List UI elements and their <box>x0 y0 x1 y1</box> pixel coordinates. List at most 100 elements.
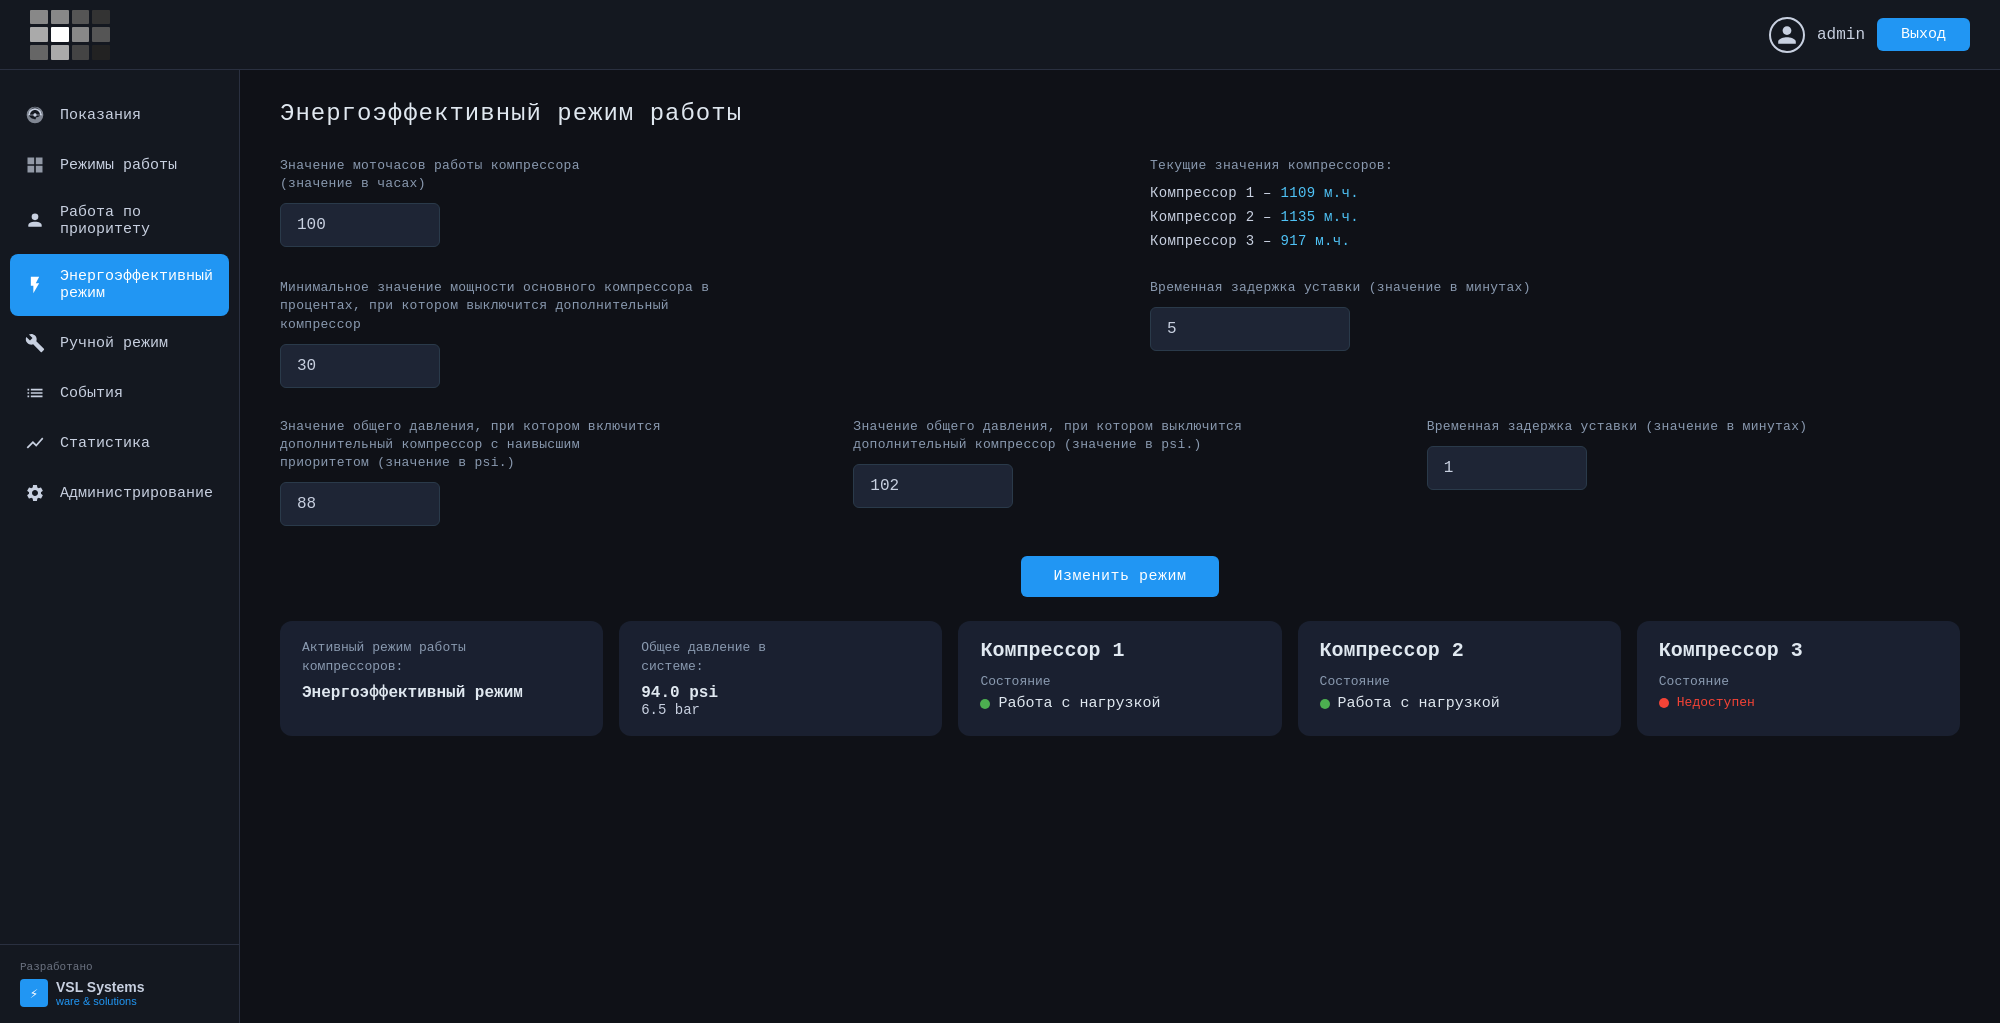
sidebar-label-rabota: Работа по приоритету <box>60 204 215 238</box>
page-title: Энергоэффективный режим работы <box>280 100 1960 127</box>
compressor3-value: 917 м.ч. <box>1281 233 1351 249</box>
pressure-bar: 6.5 bar <box>641 702 920 718</box>
compressor2-status-label: Состояние <box>1320 674 1599 689</box>
sidebar-label-pokazaniya: Показания <box>60 107 141 124</box>
compressor2-value-row: Компрессор 2 – 1135 м.ч. <box>1150 209 1960 225</box>
field6-block: Временная задержка уставки (значение в м… <box>1427 418 1960 527</box>
field3-block: Временная задержка уставки (значение в м… <box>1150 279 1960 388</box>
compressor1-status-dot <box>980 699 990 709</box>
compressor2-card: Компрессор 2 Состояние Работа с нагрузко… <box>1298 621 1621 735</box>
compressors-current-block: Текущие значения компрессоров: Компрессо… <box>1150 157 1960 249</box>
compressor2-status-value: Работа с нагрузкой <box>1320 695 1599 712</box>
field2-input[interactable] <box>280 344 440 388</box>
compressor3-status-value: Недоступен <box>1659 695 1938 710</box>
compressor1-status-value: Работа с нагрузкой <box>980 695 1259 712</box>
sidebar: Показания Режимы работы Работа по приори… <box>0 70 240 1023</box>
compressors-current-label: Текущие значения компрессоров: <box>1150 157 1960 175</box>
compressor2-status-text: Работа с нагрузкой <box>1338 695 1500 712</box>
sidebar-label-rezhimy: Режимы работы <box>60 157 177 174</box>
header: admin Выход <box>0 0 2000 70</box>
field6-label: Временная задержка уставки (значение в м… <box>1427 418 1960 436</box>
field1-block: Значение моточасов работы компрессора(зн… <box>280 157 1090 249</box>
sidebar-nav: Показания Режимы работы Работа по приори… <box>0 70 239 944</box>
compressor3-value-row: Компрессор 3 – 917 м.ч. <box>1150 233 1960 249</box>
active-mode-card: Активный режим работыкомпрессоров: Энерг… <box>280 621 603 735</box>
lightning-icon <box>24 274 46 296</box>
chart-icon <box>24 432 46 454</box>
compressor2-status-dot <box>1320 699 1330 709</box>
change-mode-wrap: Изменить режим <box>280 556 1960 597</box>
field4-input[interactable] <box>280 482 440 526</box>
sidebar-item-statistika[interactable]: Статистика <box>0 418 239 468</box>
compressor1-status-label: Состояние <box>980 674 1259 689</box>
svg-point-1 <box>33 113 36 116</box>
compressor2-title: Компрессор 2 <box>1320 639 1599 662</box>
logout-button[interactable]: Выход <box>1877 18 1970 51</box>
field5-input[interactable] <box>853 464 1013 508</box>
compressor3-status-label: Состояние <box>1659 674 1938 689</box>
sidebar-item-rabota[interactable]: Работа по приоритету <box>0 190 239 252</box>
sidebar-label-admin: Администрирование <box>60 485 213 502</box>
dev-label: Разработано <box>20 961 219 973</box>
field2-label: Минимальное значение мощности основного … <box>280 279 1090 334</box>
sidebar-label-ruchnoy: Ручной режим <box>60 335 168 352</box>
settings-section-3: Значение общего давления, при котором вк… <box>280 418 1960 527</box>
compressor2-value: 1135 м.ч. <box>1281 209 1359 225</box>
user-avatar-icon <box>1769 17 1805 53</box>
field5-label: Значение общего давления, при котором вы… <box>853 418 1386 454</box>
compressor3-status-dot <box>1659 698 1669 708</box>
vsl-text: VSL Systems ware & solutions <box>56 979 144 1007</box>
vsl-icon: ⚡ <box>20 979 48 1007</box>
vsl-company-name: VSL Systems <box>56 979 144 995</box>
gauge-icon <box>24 104 46 126</box>
logo <box>30 10 110 60</box>
logo-pixels <box>30 10 110 60</box>
svg-point-2 <box>32 214 39 221</box>
settings-section-2: Минимальное значение мощности основного … <box>280 279 1960 388</box>
sidebar-item-ruchnoy[interactable]: Ручной режим <box>0 318 239 368</box>
sidebar-label-energo: Энергоэффективный режим <box>60 268 215 302</box>
settings-section-1: Значение моточасов работы компрессора(зн… <box>280 157 1960 249</box>
sidebar-label-sobytiya: События <box>60 385 123 402</box>
pressure-label: Общее давление всистеме: <box>641 639 920 675</box>
user-name-label: admin <box>1817 26 1865 44</box>
body-wrap: Показания Режимы работы Работа по приори… <box>0 70 2000 1023</box>
field6-input[interactable] <box>1427 446 1587 490</box>
list-icon <box>24 382 46 404</box>
gear-icon <box>24 482 46 504</box>
field4-label: Значение общего давления, при котором вк… <box>280 418 813 473</box>
main-content: Энергоэффективный режим работы Значение … <box>240 70 2000 1023</box>
sidebar-label-statistika: Статистика <box>60 435 150 452</box>
sidebar-item-rezhimy[interactable]: Режимы работы <box>0 140 239 190</box>
person-icon <box>24 210 46 232</box>
compressor1-status-text: Работа с нагрузкой <box>998 695 1160 712</box>
change-mode-button[interactable]: Изменить режим <box>1021 556 1218 597</box>
field5-block: Значение общего давления, при котором вы… <box>853 418 1386 527</box>
compressor3-title: Компрессор 3 <box>1659 639 1938 662</box>
field3-label: Временная задержка уставки (значение в м… <box>1150 279 1960 297</box>
active-mode-value: Энергоэффективный режим <box>302 684 581 702</box>
compressor1-title: Компрессор 1 <box>980 639 1259 662</box>
field1-input[interactable] <box>280 203 440 247</box>
compressor1-value-row: Компрессор 1 – 1109 м.ч. <box>1150 185 1960 201</box>
field2-block: Минимальное значение мощности основного … <box>280 279 1090 388</box>
vsl-logo: ⚡ VSL Systems ware & solutions <box>20 979 219 1007</box>
sidebar-item-admin[interactable]: Администрирование <box>0 468 239 518</box>
compressor1-value: 1109 м.ч. <box>1281 185 1359 201</box>
sidebar-item-sobytiya[interactable]: События <box>0 368 239 418</box>
grid-icon <box>24 154 46 176</box>
compressor1-card: Компрессор 1 Состояние Работа с нагрузко… <box>958 621 1281 735</box>
sidebar-footer: Разработано ⚡ VSL Systems ware & solutio… <box>0 944 239 1023</box>
compressor3-card: Компрессор 3 Состояние Недоступен <box>1637 621 1960 735</box>
field4-block: Значение общего давления, при котором вк… <box>280 418 813 527</box>
sidebar-item-pokazaniya[interactable]: Показания <box>0 90 239 140</box>
field1-label: Значение моточасов работы компрессора(зн… <box>280 157 1090 193</box>
wrench-icon <box>24 332 46 354</box>
pressure-card: Общее давление всистеме: 94.0 psi 6.5 ba… <box>619 621 942 735</box>
bottom-cards: Активный режим работыкомпрессоров: Энерг… <box>280 621 1960 735</box>
compressor-values: Компрессор 1 – 1109 м.ч. Компрессор 2 – … <box>1150 185 1960 249</box>
vsl-company-sub: ware & solutions <box>56 995 144 1007</box>
sidebar-item-energo[interactable]: Энергоэффективный режим <box>10 254 229 316</box>
compressor3-status-text: Недоступен <box>1677 695 1755 710</box>
field3-input[interactable] <box>1150 307 1350 351</box>
